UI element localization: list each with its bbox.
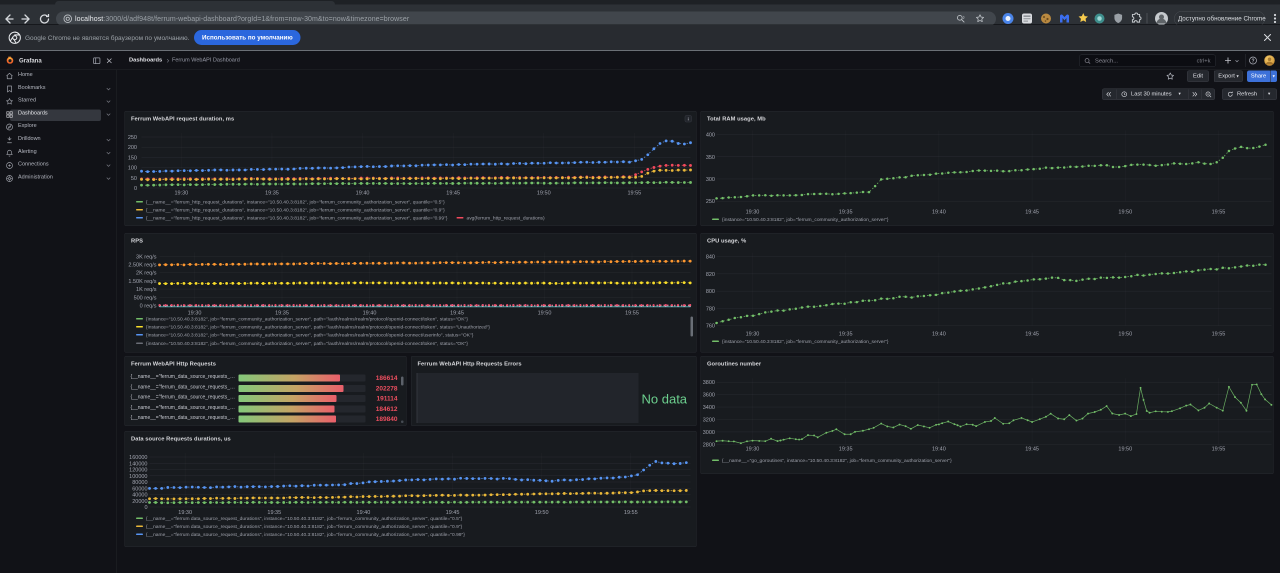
svg-text:2800: 2800 [703,442,715,448]
svg-text:500 req/s: 500 req/s [134,295,157,301]
svg-text:780: 780 [706,306,715,312]
svg-text:160000: 160000 [129,455,147,461]
svg-text:3800: 3800 [703,380,715,386]
svg-text:19:30: 19:30 [746,447,760,453]
svg-text:19:35: 19:35 [839,332,853,338]
svg-text:19:30: 19:30 [746,210,760,216]
svg-text:19:40: 19:40 [356,191,370,197]
svg-text:19:55: 19:55 [1212,447,1226,453]
svg-text:19:55: 19:55 [627,191,641,197]
svg-text:19:40: 19:40 [932,332,946,338]
svg-text:19:35: 19:35 [839,210,853,216]
svg-text:19:30: 19:30 [174,191,188,197]
svg-text:150: 150 [128,155,137,161]
svg-text:19:50: 19:50 [537,191,551,197]
svg-text:19:50: 19:50 [1118,210,1132,216]
svg-text:19:40: 19:40 [932,447,946,453]
svg-text:19:55: 19:55 [1212,332,1226,338]
svg-text:19:40: 19:40 [932,210,946,216]
svg-text:820: 820 [706,272,715,278]
svg-text:60000: 60000 [132,486,147,492]
svg-text:300: 300 [706,177,715,183]
svg-text:1.50K req/s: 1.50K req/s [128,279,156,285]
svg-text:140000: 140000 [129,461,147,467]
svg-text:200: 200 [128,145,137,151]
svg-text:19:45: 19:45 [446,191,460,197]
svg-text:20000: 20000 [132,499,147,505]
svg-text:19:55: 19:55 [624,510,638,516]
svg-text:3K req/s: 3K req/s [136,254,157,260]
svg-text:40000: 40000 [132,493,147,499]
svg-text:19:50: 19:50 [1118,447,1132,453]
svg-text:50: 50 [131,176,137,182]
svg-text:3400: 3400 [703,405,715,411]
svg-text:?: ? [1251,59,1254,65]
svg-text:0 req/s: 0 req/s [140,304,157,310]
svg-text:760: 760 [706,324,715,330]
svg-text:80000: 80000 [132,480,147,486]
svg-text:19:45: 19:45 [1025,447,1039,453]
svg-text:19:50: 19:50 [1118,332,1132,338]
svg-text:350: 350 [706,155,715,161]
svg-text:0: 0 [144,505,147,511]
svg-text:100: 100 [128,166,137,172]
svg-text:100000: 100000 [129,474,147,480]
svg-text:3600: 3600 [703,393,715,399]
svg-text:250: 250 [706,199,715,205]
svg-text:800: 800 [706,289,715,295]
svg-text:19:45: 19:45 [1025,210,1039,216]
svg-text:19:35: 19:35 [839,447,853,453]
svg-text:120000: 120000 [129,468,147,474]
svg-text:3000: 3000 [703,430,715,436]
svg-text:19:55: 19:55 [625,311,639,317]
svg-text:0: 0 [134,186,137,192]
svg-text:1K req/s: 1K req/s [136,287,157,293]
svg-text:19:45: 19:45 [1025,332,1039,338]
svg-text:3200: 3200 [703,417,715,423]
svg-text:19:35: 19:35 [265,191,279,197]
svg-text:19:50: 19:50 [538,311,552,317]
svg-text:19:30: 19:30 [746,332,760,338]
svg-text:2K req/s: 2K req/s [136,271,157,277]
svg-text:250: 250 [128,135,137,141]
svg-text:19:50: 19:50 [535,510,549,516]
svg-text:2.50K req/s: 2.50K req/s [128,263,156,269]
svg-text:840: 840 [706,255,715,261]
svg-text:19:55: 19:55 [1212,210,1226,216]
svg-text:400: 400 [706,133,715,139]
